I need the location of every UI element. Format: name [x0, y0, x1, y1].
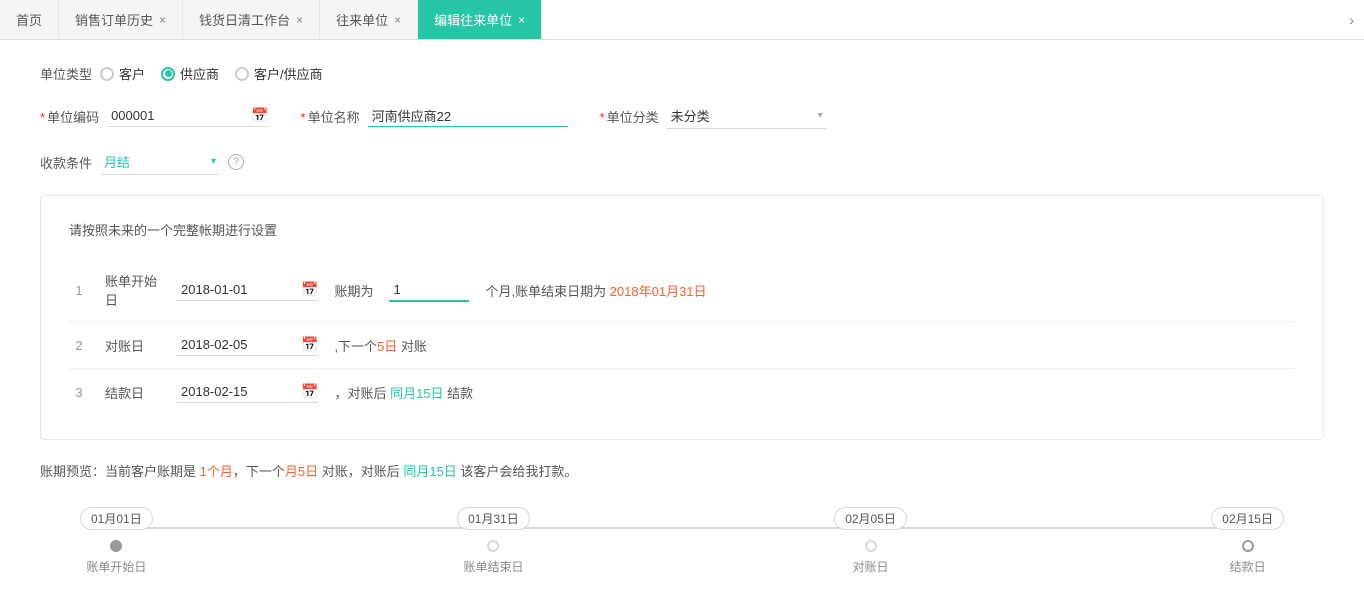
- tl-badge-1: 01月01日: [80, 507, 153, 530]
- payment-terms-label: 收款条件: [40, 153, 92, 172]
- reconcile-desc: ,下一个5日 对账: [334, 336, 426, 355]
- reconcile-calendar-icon[interactable]: 📅: [301, 336, 318, 353]
- unit-info-row: *单位编码 📅 *单位名称 *单位分类 未分类 ▾: [40, 103, 1324, 129]
- close-tab-cash[interactable]: ×: [296, 13, 303, 27]
- reconcile-date-input-wrapper: 📅: [177, 334, 318, 356]
- unit-name-field: *单位名称: [301, 105, 568, 127]
- unit-category-chevron: ▾: [818, 110, 823, 121]
- period-end-desc: 个月,账单结束日期为 2018年01月31日: [485, 281, 706, 300]
- unit-name-label: *单位名称: [301, 107, 360, 126]
- start-date-input[interactable]: [177, 279, 297, 300]
- preview-text: 账期预览：当前客户账期是 1个月，下一个月5日 对账，对账后 同月15日 该客户…: [40, 460, 1324, 483]
- preview-highlight-1: 1个月: [200, 464, 233, 479]
- payment-terms-select[interactable]: 月结 ▾: [100, 149, 220, 175]
- unit-code-field: *单位编码 📅: [40, 105, 269, 127]
- reconcile-date-input[interactable]: [177, 334, 297, 355]
- tl-label-2: 账单结束日: [463, 558, 523, 575]
- payment-terms-chevron: ▾: [211, 156, 216, 167]
- tab-arrow-right[interactable]: ›: [1339, 0, 1364, 39]
- tab-sales-history[interactable]: 销售订单历史 ×: [59, 0, 183, 39]
- period-section: 请按照未来的一个完整帐期进行设置 1 账单开始日 📅 账期为 个月,账单结束日期…: [40, 195, 1324, 440]
- row-label-2: 对账日: [105, 336, 161, 355]
- radio-circle-customer: [100, 67, 114, 81]
- radio-supplier-label: 供应商: [180, 64, 219, 83]
- unit-code-input[interactable]: [107, 105, 247, 126]
- section-hint: 请按照未来的一个完整帐期进行设置: [69, 220, 1295, 239]
- radio-customer-label: 客户: [119, 64, 145, 83]
- tl-dot-4: [1242, 540, 1254, 552]
- tl-dot-1: [110, 540, 122, 552]
- page-content: 单位类型 客户 供应商 客户/供应商 *单位编码: [0, 40, 1364, 608]
- unit-category-field: *单位分类 未分类 ▾: [600, 103, 827, 129]
- tl-badge-2: 01月31日: [457, 507, 530, 530]
- payment-date-input[interactable]: [177, 381, 297, 402]
- radio-supplier[interactable]: 供应商: [161, 64, 219, 83]
- timeline-point-2: 01月31日 账单结束日: [457, 507, 530, 575]
- timeline-point-4: 02月15日 结款日: [1211, 507, 1284, 575]
- help-icon[interactable]: ?: [228, 154, 244, 170]
- close-tab-edit[interactable]: ×: [518, 13, 525, 27]
- tl-badge-4: 02月15日: [1211, 507, 1284, 530]
- start-date-calendar-icon[interactable]: 📅: [301, 281, 318, 298]
- payment-calendar-icon[interactable]: 📅: [301, 383, 318, 400]
- payment-terms-field: 收款条件 月结 ▾ ?: [40, 149, 244, 175]
- payment-day: 同月15日: [390, 386, 443, 401]
- unit-code-input-wrapper: 📅: [107, 105, 268, 127]
- start-date-input-wrapper: 📅: [177, 279, 318, 301]
- radio-customer[interactable]: 客户: [100, 64, 145, 83]
- tl-dot-2: [487, 540, 499, 552]
- tl-badge-3: 02月05日: [834, 507, 907, 530]
- unit-type-field: 单位类型 客户 供应商 客户/供应商: [40, 64, 323, 83]
- close-tab-partner[interactable]: ×: [394, 13, 401, 27]
- tab-home[interactable]: 首页: [0, 0, 59, 39]
- row-num-1: 1: [69, 283, 89, 298]
- payment-date-input-wrapper: 📅: [177, 381, 318, 403]
- preview-highlight-2: 月5日: [285, 464, 318, 479]
- payment-desc: ，对账后 同月15日 结款: [334, 383, 473, 402]
- tab-cash-workbench[interactable]: 钱货日清工作台 ×: [183, 0, 320, 39]
- radio-both[interactable]: 客户/供应商: [235, 64, 323, 83]
- timeline-point-1: 01月01日 账单开始日: [80, 507, 153, 575]
- row-label-1: 账单开始日: [105, 271, 161, 309]
- unit-name-input[interactable]: [368, 105, 568, 127]
- period-month-input[interactable]: [389, 279, 469, 302]
- unit-type-row: 单位类型 客户 供应商 客户/供应商: [40, 64, 1324, 83]
- payment-terms-row: 收款条件 月结 ▾ ?: [40, 149, 1324, 175]
- tab-edit-partner[interactable]: 编辑往来单位 ×: [418, 0, 542, 39]
- radio-circle-both: [235, 67, 249, 81]
- period-desc-1: 账期为: [334, 281, 373, 300]
- row-label-3: 结款日: [105, 383, 161, 402]
- timeline-point-3: 02月05日 对账日: [834, 507, 907, 575]
- tl-dot-3: [865, 540, 877, 552]
- unit-code-icon[interactable]: 📅: [251, 107, 268, 124]
- unit-category-label: *单位分类: [600, 107, 659, 126]
- unit-category-value: 未分类: [671, 106, 814, 125]
- row-num-3: 3: [69, 385, 89, 400]
- period-end-date: 2018年01月31日: [610, 284, 707, 299]
- tab-partner[interactable]: 往来单位 ×: [320, 0, 418, 39]
- payment-terms-value: 月结: [104, 152, 207, 171]
- unit-type-label: 单位类型: [40, 64, 92, 83]
- tl-label-3: 对账日: [853, 558, 889, 575]
- period-row-2: 2 对账日 📅 ,下一个5日 对账: [69, 322, 1295, 369]
- unit-category-select[interactable]: 未分类 ▾: [667, 103, 827, 129]
- tab-bar: 首页 销售订单历史 × 钱货日清工作台 × 往来单位 × 编辑往来单位 × ›: [0, 0, 1364, 40]
- radio-group-unit-type: 客户 供应商 客户/供应商: [100, 64, 323, 83]
- period-row-1: 1 账单开始日 📅 账期为 个月,账单结束日期为 2018年01月31日: [69, 259, 1295, 322]
- tl-label-4: 结款日: [1230, 558, 1266, 575]
- close-tab-sales[interactable]: ×: [159, 13, 166, 27]
- reconcile-day: 5日: [377, 339, 397, 354]
- unit-code-label: *单位编码: [40, 107, 99, 126]
- timeline-points: 01月01日 账单开始日 01月31日 账单结束日 02月05日 对账日 02月…: [80, 507, 1284, 575]
- preview-highlight-3: 同月15日: [403, 464, 456, 479]
- row-num-2: 2: [69, 338, 89, 353]
- radio-circle-supplier: [161, 67, 175, 81]
- period-row-3: 3 结款日 📅 ，对账后 同月15日 结款: [69, 369, 1295, 415]
- timeline-wrapper: 01月01日 账单开始日 01月31日 账单结束日 02月05日 对账日 02月…: [40, 507, 1324, 575]
- radio-both-label: 客户/供应商: [254, 64, 323, 83]
- tl-label-1: 账单开始日: [86, 558, 146, 575]
